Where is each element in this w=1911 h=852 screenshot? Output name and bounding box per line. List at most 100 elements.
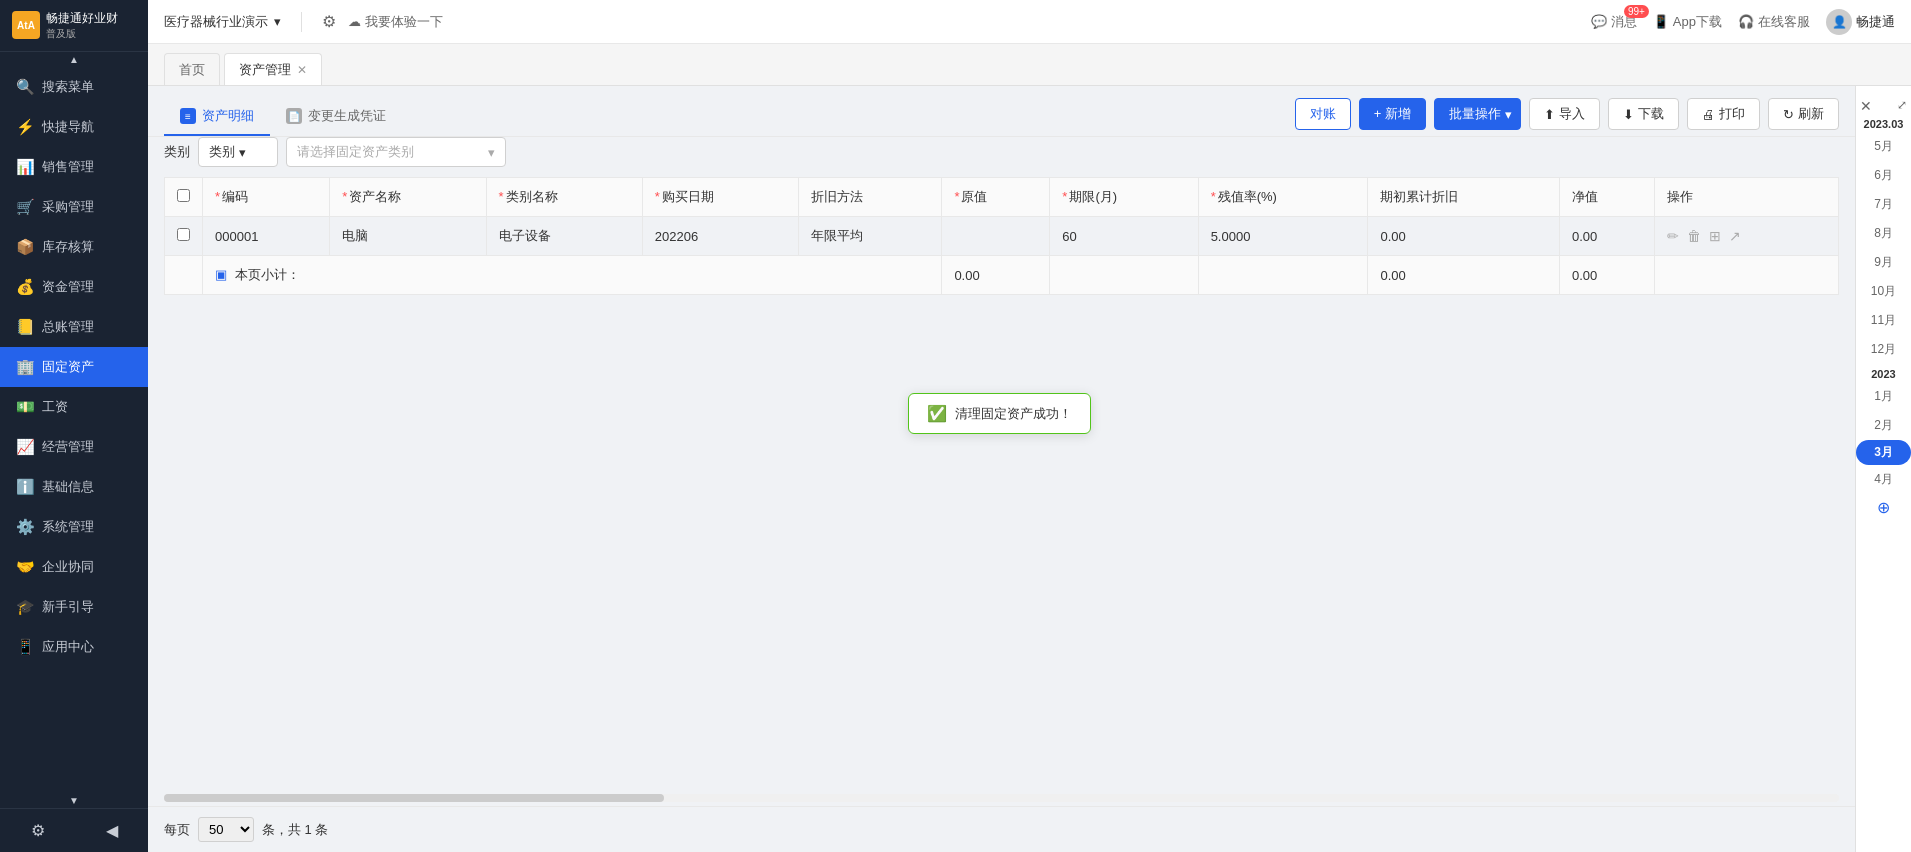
- import-btn[interactable]: ⬆ 导入: [1529, 98, 1600, 130]
- toast-check-icon: ✅: [927, 404, 947, 423]
- category-value-select[interactable]: 请选择固定资产类别 ▾: [286, 137, 506, 167]
- subtab-asset-detail[interactable]: ≡ 资产明细: [164, 98, 270, 136]
- right-panel-expand-icon[interactable]: ⤢: [1897, 98, 1907, 114]
- user-menu[interactable]: 👤 畅捷通: [1826, 9, 1895, 35]
- rp-scroll-down-icon[interactable]: ⊕: [1877, 498, 1890, 517]
- category-placeholder: 请选择固定资产类别: [297, 143, 414, 161]
- delete-icon[interactable]: 🗑: [1687, 228, 1701, 244]
- online-service-btn[interactable]: 🎧 在线客服: [1738, 13, 1810, 31]
- tab-home-label: 首页: [179, 61, 205, 79]
- hscroll-thumb[interactable]: [164, 794, 664, 802]
- th-name: *资产名称: [330, 178, 486, 217]
- settings-icon[interactable]: ⚙: [23, 817, 53, 844]
- app-download-btn[interactable]: 📱 App下载: [1653, 13, 1722, 31]
- filter-row: 类别 类别 ▾ 请选择固定资产类别 ▾: [148, 137, 1855, 177]
- right-panel-close-icon[interactable]: ✕: [1860, 98, 1872, 114]
- sidebar-scroll-down[interactable]: ▼: [0, 793, 148, 808]
- select-all-checkbox[interactable]: [177, 189, 190, 202]
- topbar-right: 💬 消息 99+ 📱 App下载 🎧 在线客服 👤 畅捷通: [1591, 9, 1895, 35]
- rp-month-9[interactable]: 9月: [1856, 248, 1911, 277]
- avatar: 👤: [1826, 9, 1852, 35]
- sidebar-item-库存核算[interactable]: 📦库存核算: [0, 227, 148, 267]
- per-page-select[interactable]: 50 100 200: [198, 817, 254, 842]
- th-code: *编码: [203, 178, 330, 217]
- rp-month-4[interactable]: 4月: [1856, 465, 1911, 494]
- phone-icon: 📱: [1653, 14, 1669, 29]
- sidebar-item-系统管理[interactable]: ⚙️系统管理: [0, 507, 148, 547]
- rp-month-11[interactable]: 11月: [1856, 306, 1911, 335]
- sidebar-item-应用中心[interactable]: 📱应用中心: [0, 627, 148, 667]
- reconcile-btn[interactable]: 对账: [1295, 98, 1351, 130]
- table-row: 000001 电脑 电子设备 202206 年限平均 60 5.0000 0.0…: [165, 217, 1839, 256]
- app-edition: 普及版: [46, 27, 118, 41]
- cell-residual-rate: 5.0000: [1198, 217, 1368, 256]
- th-category: *类别名称: [486, 178, 642, 217]
- sidebar-item-经营管理[interactable]: 📈经营管理: [0, 427, 148, 467]
- sidebar-item-企业协同[interactable]: 🤝企业协同: [0, 547, 148, 587]
- subtotal-residual: [1198, 256, 1368, 295]
- sidebar-item-资金管理[interactable]: 💰资金管理: [0, 267, 148, 307]
- print-btn[interactable]: 🖨 打印: [1687, 98, 1760, 130]
- row-checkbox[interactable]: [177, 228, 190, 241]
- tab-close-icon[interactable]: ✕: [297, 63, 307, 77]
- experience-label: 我要体验一下: [365, 13, 443, 31]
- more-icon[interactable]: ↗: [1729, 228, 1741, 244]
- sidebar-item-搜索菜单[interactable]: 🔍搜索菜单: [0, 67, 148, 107]
- company-selector[interactable]: 医疗器械行业演示 ▾: [164, 13, 281, 31]
- total-count-label: 条，共 1 条: [262, 821, 328, 839]
- rp-month-10[interactable]: 10月: [1856, 277, 1911, 306]
- tab-assets[interactable]: 资产管理 ✕: [224, 53, 322, 85]
- content-with-panel: ≡ 资产明细 📄 变更生成凭证 对账 + 新增 批量操作 ▾: [148, 86, 1911, 852]
- rp-month-2[interactable]: 2月: [1856, 411, 1911, 440]
- settings-gear-icon[interactable]: ⚙: [322, 12, 336, 31]
- import-label: 导入: [1559, 105, 1585, 123]
- sidebar-item-工资[interactable]: 💵工资: [0, 387, 148, 427]
- rp-month-3[interactable]: 3月: [1856, 440, 1911, 465]
- pagination: 每页 50 100 200 条，共 1 条: [148, 806, 1855, 852]
- refresh-label: 刷新: [1798, 105, 1824, 123]
- success-toast: ✅ 清理固定资产成功！: [908, 393, 1091, 434]
- subtotal-icon: ▣: [215, 267, 227, 282]
- subtotal-checkbox-cell: [165, 256, 203, 295]
- new-btn[interactable]: + 新增: [1359, 98, 1426, 130]
- rp-month-6[interactable]: 6月: [1856, 161, 1911, 190]
- sidebar-item-固定资产[interactable]: 🏢固定资产: [0, 347, 148, 387]
- rp-month-1[interactable]: 1月: [1856, 382, 1911, 411]
- subtab-voucher-icon: 📄: [286, 108, 302, 124]
- batch-ops-btn[interactable]: 批量操作 ▾: [1434, 98, 1521, 130]
- subtotal-row: ▣ 本页小计： 0.00 0.00 0.00: [165, 256, 1839, 295]
- sidebar-scroll-up[interactable]: ▲: [0, 52, 148, 67]
- subtotal-actions: [1654, 256, 1838, 295]
- notifications-btn[interactable]: 💬 消息 99+: [1591, 13, 1637, 31]
- rp-month-8[interactable]: 8月: [1856, 219, 1911, 248]
- sidebar-item-总账管理[interactable]: 📒总账管理: [0, 307, 148, 347]
- hscroll-track[interactable]: [164, 794, 1839, 802]
- subtotal-net: 0.00: [1559, 256, 1654, 295]
- tabbar: 首页 资产管理 ✕: [148, 44, 1911, 86]
- cell-purchase-date: 202206: [642, 217, 798, 256]
- sidebar-item-基础信息[interactable]: ℹ️基础信息: [0, 467, 148, 507]
- subtab-change-voucher[interactable]: 📄 变更生成凭证: [270, 98, 402, 136]
- category-type-select[interactable]: 类别 ▾: [198, 137, 278, 167]
- sidebar-item-销售管理[interactable]: 📊销售管理: [0, 147, 148, 187]
- logo-icon: AtA: [12, 11, 40, 39]
- collapse-icon[interactable]: ◀: [98, 817, 126, 844]
- edit-icon[interactable]: ✏: [1667, 228, 1679, 244]
- import-icon: ⬆: [1544, 107, 1555, 122]
- experience-btn[interactable]: ☁ 我要体验一下: [348, 13, 443, 31]
- th-original-value: *原值: [942, 178, 1050, 217]
- tab-home[interactable]: 首页: [164, 53, 220, 85]
- sidebar-item-采购管理[interactable]: 🛒采购管理: [0, 187, 148, 227]
- download-btn[interactable]: ⬇ 下载: [1608, 98, 1679, 130]
- refresh-icon: ↻: [1783, 107, 1794, 122]
- rp-month-12[interactable]: 12月: [1856, 335, 1911, 364]
- copy-icon[interactable]: ⊞: [1709, 228, 1721, 244]
- cloud-icon: ☁: [348, 14, 361, 29]
- rp-month-7[interactable]: 7月: [1856, 190, 1911, 219]
- rp-month-5[interactable]: 5月: [1856, 132, 1911, 161]
- th-initial-accumulated: 期初累计折旧: [1368, 178, 1560, 217]
- sidebar-item-快捷导航[interactable]: ⚡快捷导航: [0, 107, 148, 147]
- notif-badge: 99+: [1624, 5, 1649, 18]
- sidebar-item-新手引导[interactable]: 🎓新手引导: [0, 587, 148, 627]
- refresh-btn[interactable]: ↻ 刷新: [1768, 98, 1839, 130]
